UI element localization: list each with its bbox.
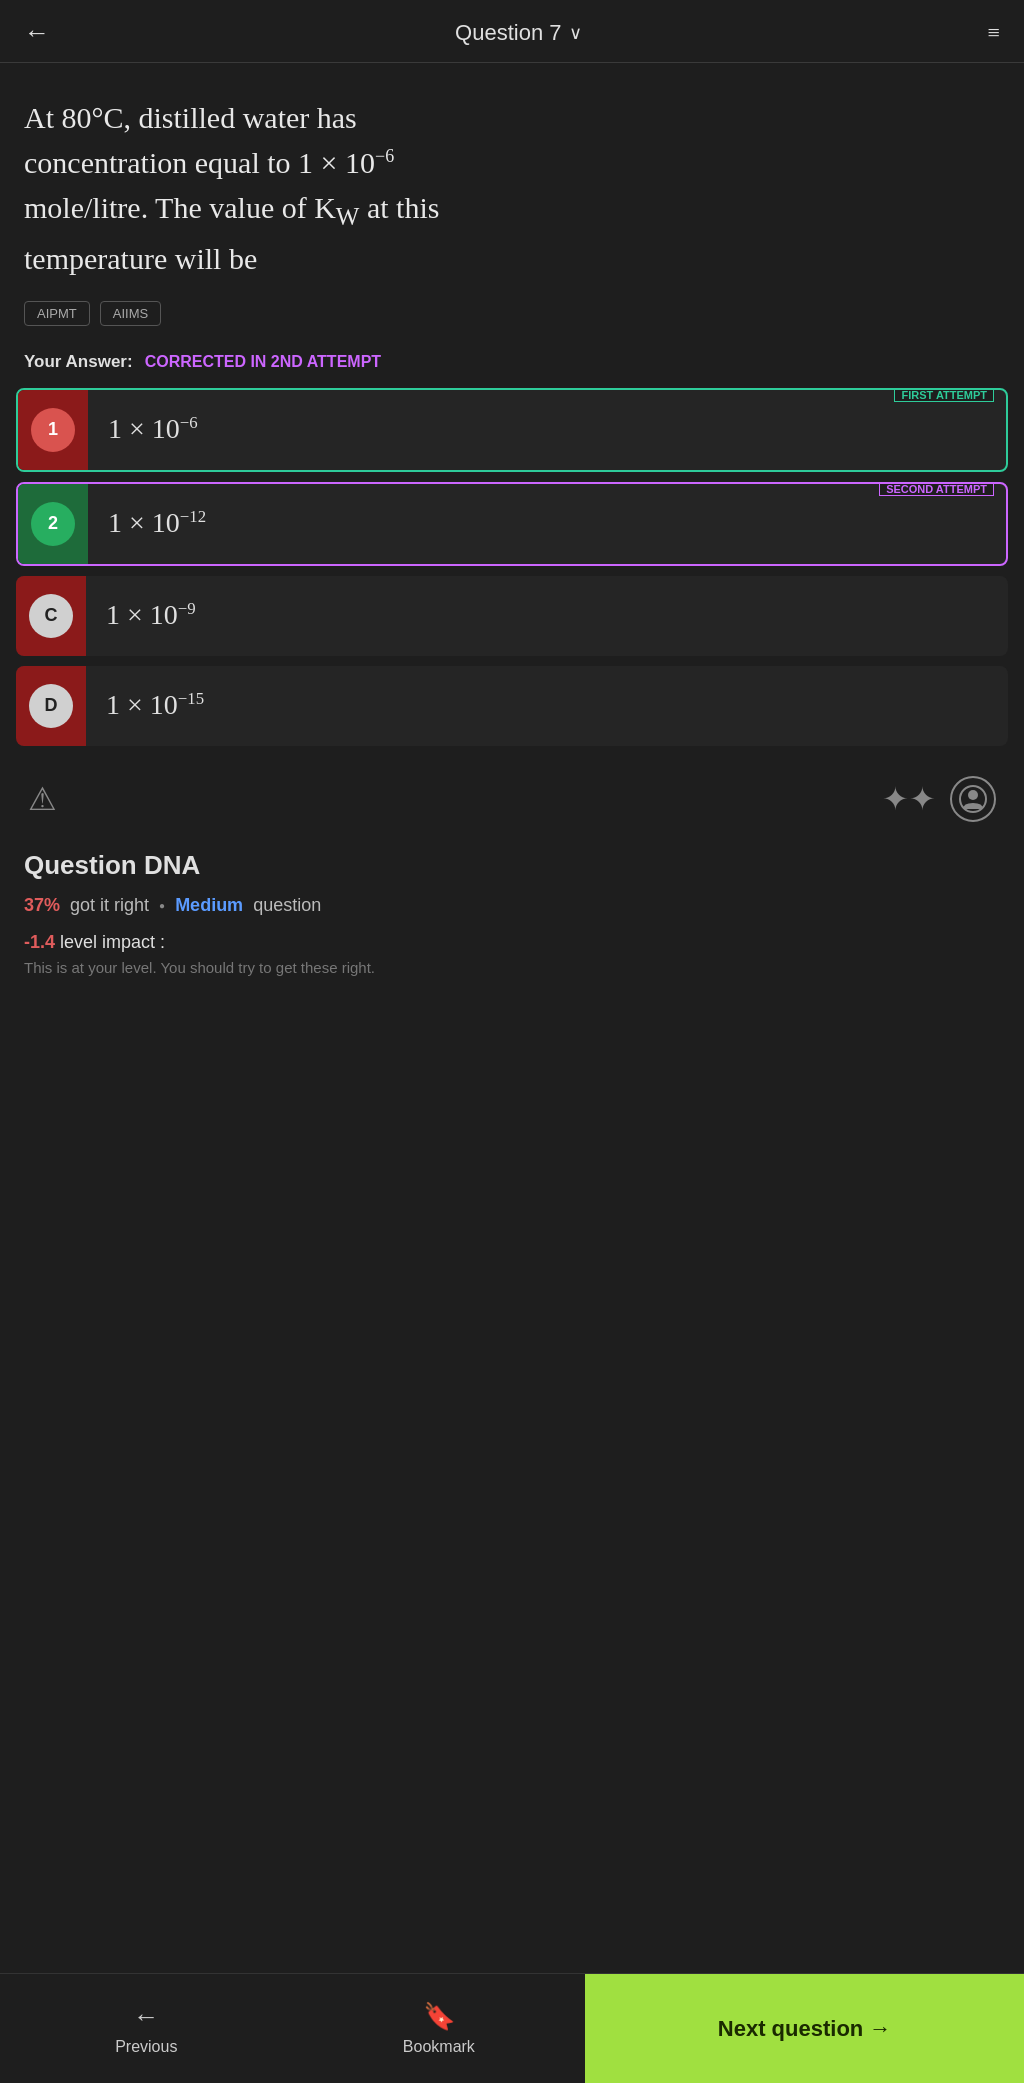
dna-got-right: got it right bbox=[70, 895, 149, 916]
option-d-text: 1 × 10−15 bbox=[86, 689, 224, 721]
question-line2: concentration equal to 1 × 10−6 bbox=[24, 146, 394, 179]
question-line4: temperature will be bbox=[24, 242, 257, 275]
question-line3: mole/litre. The value of KW at this bbox=[24, 191, 439, 224]
next-label: Next question → bbox=[718, 2016, 892, 2042]
svg-point-0 bbox=[968, 790, 978, 800]
dna-difficulty: Medium bbox=[175, 895, 243, 916]
option-1[interactable]: 1 1 × 10−6 FIRST ATTEMPT bbox=[16, 388, 1008, 472]
tag-aiims[interactable]: AIIMS bbox=[100, 301, 161, 326]
header-title: Question 7 ∨ bbox=[455, 20, 582, 46]
options-container: 1 1 × 10−6 FIRST ATTEMPT 2 1 × 10−12 SEC… bbox=[0, 388, 1024, 746]
option-c-bar: C bbox=[16, 576, 86, 656]
option-d-circle: D bbox=[29, 684, 73, 728]
first-attempt-label: FIRST ATTEMPT bbox=[894, 389, 994, 402]
bottom-nav: ← Previous 🔖 Bookmark Next question → bbox=[0, 1973, 1024, 2083]
bookmark-icon: 🔖 bbox=[423, 2001, 455, 2032]
question-line1: At 80°C, distilled water has bbox=[24, 101, 357, 134]
option-d[interactable]: D 1 × 10−15 bbox=[16, 666, 1008, 746]
option-c[interactable]: C 1 × 10−9 bbox=[16, 576, 1008, 656]
dna-difficulty-suffix: question bbox=[253, 895, 321, 916]
back-button[interactable]: ← bbox=[24, 18, 50, 48]
warning-icon[interactable]: ⚠ bbox=[28, 780, 57, 818]
option-1-text: 1 × 10−6 bbox=[88, 413, 218, 445]
option-2[interactable]: 2 1 × 10−12 SECOND ATTEMPT bbox=[16, 482, 1008, 566]
option-c-circle: C bbox=[29, 594, 73, 638]
dna-section: Question DNA 37% got it right ● Medium q… bbox=[0, 840, 1024, 996]
question-title: Question 7 bbox=[455, 20, 561, 46]
answer-status-badge: CORRECTED IN 2ND ATTEMPT bbox=[145, 353, 381, 371]
previous-icon: ← bbox=[133, 2002, 159, 2032]
menu-icon[interactable]: ≡ bbox=[988, 20, 1000, 46]
avatar-icon[interactable] bbox=[950, 776, 996, 822]
dna-percent: 37% bbox=[24, 895, 60, 916]
dna-title: Question DNA bbox=[24, 850, 1000, 881]
tag-aipmt[interactable]: AIPMT bbox=[24, 301, 90, 326]
option-d-bar: D bbox=[16, 666, 86, 746]
dot-separator: ● bbox=[159, 900, 165, 911]
option-2-circle: 2 bbox=[31, 502, 75, 546]
your-answer-row: Your Answer: CORRECTED IN 2ND ATTEMPT bbox=[0, 342, 1024, 388]
next-question-button[interactable]: Next question → bbox=[585, 1974, 1024, 2083]
level-impact-row: -1.4 level impact : bbox=[24, 932, 1000, 953]
level-impact-label: level impact : bbox=[60, 932, 165, 952]
previous-label: Previous bbox=[115, 2038, 177, 2056]
tags-container: AIPMT AIIMS bbox=[0, 301, 1024, 342]
option-1-circle: 1 bbox=[31, 408, 75, 452]
question-text: At 80°C, distilled water has concentrati… bbox=[0, 63, 1024, 301]
chevron-down-icon[interactable]: ∨ bbox=[569, 22, 582, 44]
dna-stats-row: 37% got it right ● Medium question bbox=[24, 895, 1000, 916]
second-attempt-label: SECOND ATTEMPT bbox=[879, 483, 994, 496]
option-1-bar: 1 bbox=[18, 390, 88, 470]
achievement-icon[interactable]: ✦✦ bbox=[882, 780, 936, 818]
your-answer-label: Your Answer: bbox=[24, 352, 133, 372]
option-2-bar: 2 bbox=[18, 484, 88, 564]
bookmark-label: Bookmark bbox=[403, 2038, 475, 2056]
option-2-text: 1 × 10−12 bbox=[88, 507, 226, 539]
hint-text: This is at your level. You should try to… bbox=[24, 959, 1000, 976]
level-impact-value: -1.4 bbox=[24, 932, 55, 952]
header: ← Question 7 ∨ ≡ bbox=[0, 0, 1024, 63]
option-c-text: 1 × 10−9 bbox=[86, 599, 216, 631]
previous-button[interactable]: ← Previous bbox=[0, 1974, 293, 2083]
bookmark-button[interactable]: 🔖 Bookmark bbox=[293, 1974, 586, 2083]
right-icons: ✦✦ bbox=[882, 776, 996, 822]
icon-bar: ⚠ ✦✦ bbox=[0, 758, 1024, 840]
